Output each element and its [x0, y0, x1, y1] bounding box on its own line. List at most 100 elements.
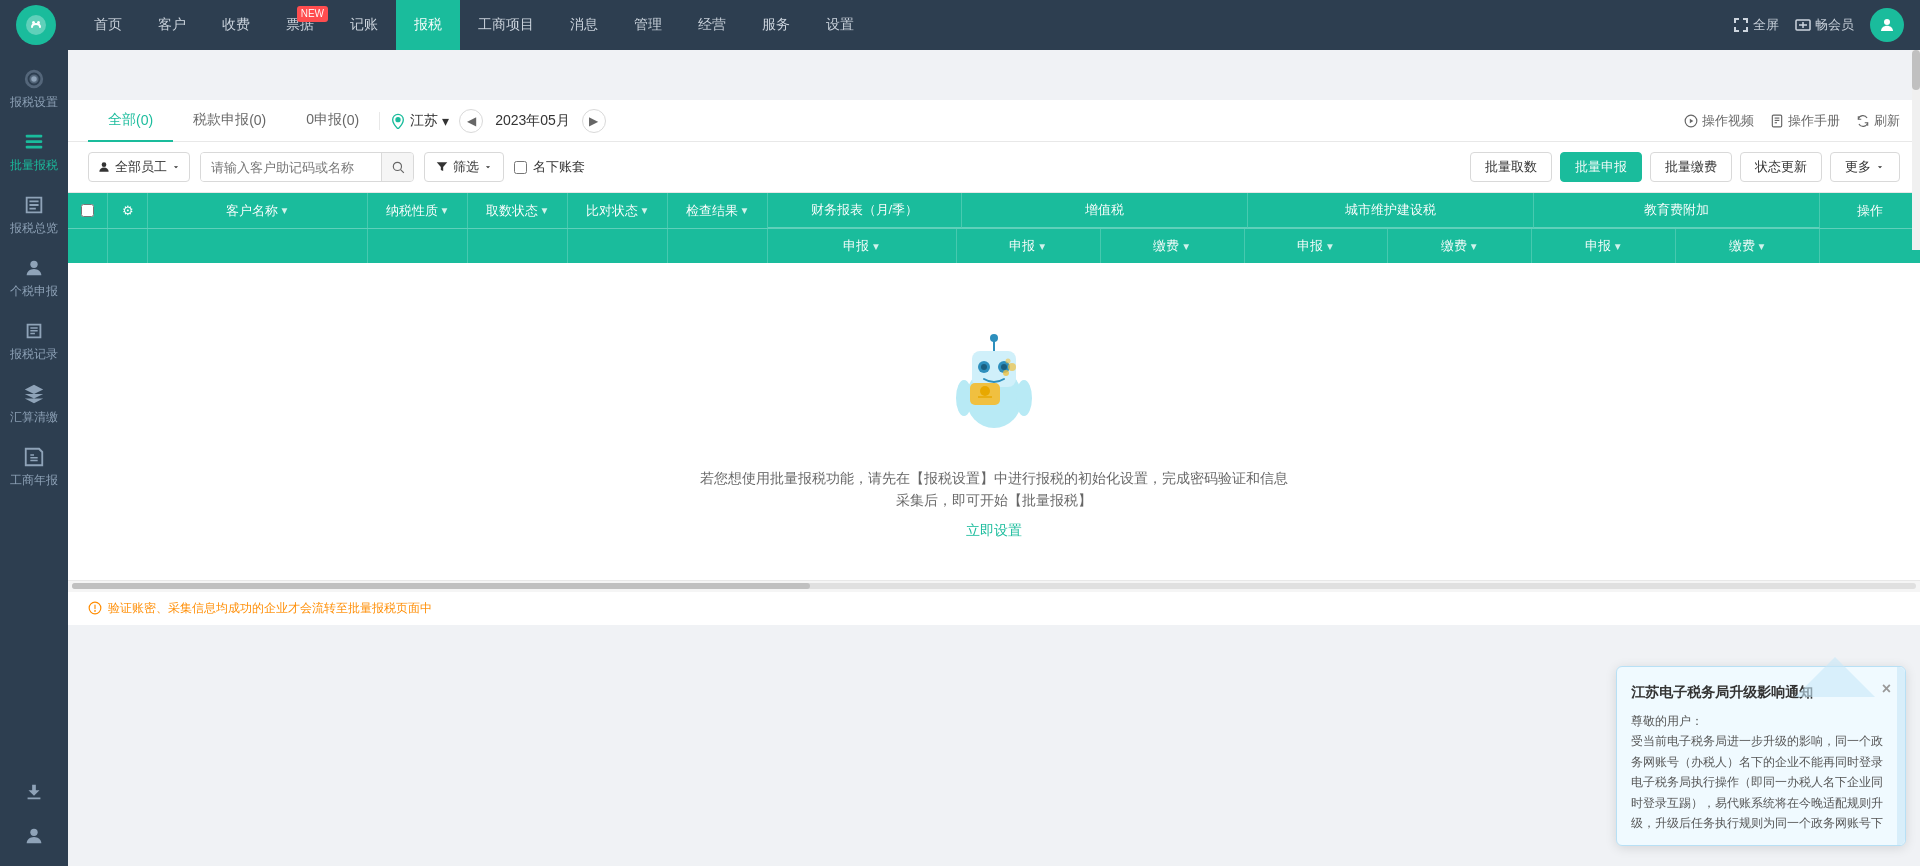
- status-update-btn[interactable]: 状态更新: [1740, 152, 1822, 182]
- notification-scroll[interactable]: [1897, 667, 1905, 845]
- filter-button[interactable]: 筛选: [424, 152, 504, 182]
- province-select[interactable]: 江苏 ▾: [379, 112, 459, 130]
- tab-tax-declaration[interactable]: 税款申报(0): [173, 100, 286, 142]
- date-next-btn[interactable]: ▶: [582, 109, 606, 133]
- v-scroll-thumb[interactable]: [1912, 50, 1920, 90]
- nav-message[interactable]: 消息: [552, 0, 616, 50]
- edu-declare-filter[interactable]: ▼: [1613, 241, 1623, 252]
- nav-operation[interactable]: 经营: [680, 0, 744, 50]
- tab-all-label: 全部: [108, 111, 136, 129]
- employee-select-value: 全部员工: [115, 158, 167, 176]
- svg-point-36: [1006, 359, 1011, 364]
- th-r2-name-spacer: [148, 229, 368, 263]
- svg-point-19: [393, 162, 401, 170]
- svg-point-2: [37, 21, 40, 24]
- user-icon-btn[interactable]: [16, 818, 52, 854]
- tab-all[interactable]: 全部(0): [88, 100, 173, 142]
- sidebar-item-tax-overview[interactable]: 报税总览: [0, 184, 68, 247]
- vat-pay-filter[interactable]: ▼: [1181, 241, 1191, 252]
- th-r2-compare-spacer: [568, 229, 668, 263]
- tab-zero-declaration[interactable]: 0申报(0): [286, 100, 379, 142]
- checkbox-account-input[interactable]: [514, 161, 527, 174]
- svg-point-10: [30, 829, 37, 836]
- table-select-all[interactable]: [81, 204, 94, 217]
- search-button[interactable]: [381, 152, 413, 182]
- financial-declare-filter[interactable]: ▼: [871, 241, 881, 252]
- th-checkbox: [68, 193, 108, 228]
- manual-control[interactable]: 操作手册: [1770, 112, 1840, 130]
- nav-business[interactable]: 工商项目: [460, 0, 552, 50]
- svg-point-34: [1003, 370, 1009, 376]
- sidebar-item-settlement[interactable]: 汇算清缴: [0, 373, 68, 436]
- sidebar-label-batch-tax: 批量报税: [10, 157, 58, 174]
- batch-fetch-btn[interactable]: 批量取数: [1470, 152, 1552, 182]
- sidebar-item-personal-tax[interactable]: 个税申报: [0, 247, 68, 310]
- nav-accounting[interactable]: 记账: [332, 0, 396, 50]
- province-dropdown-icon: ▾: [442, 113, 449, 129]
- nav-service[interactable]: 服务: [744, 0, 808, 50]
- th-settings[interactable]: ⚙: [108, 193, 148, 228]
- v-scroll[interactable]: [1912, 50, 1920, 250]
- sidebar-item-tax-record[interactable]: 报税记录: [0, 310, 68, 373]
- nav-invoice[interactable]: 票据 NEW: [268, 0, 332, 50]
- nav-customer[interactable]: 客户: [140, 0, 204, 50]
- customer-filter-icon[interactable]: ▼: [280, 205, 290, 216]
- th-city-tax-group: 城市维护建设税: [1248, 193, 1534, 228]
- employee-select[interactable]: 全部员工: [88, 152, 190, 182]
- nav-items: 首页 客户 收费 票据 NEW 记账 报税 工商项目 消息 管理 经营 服务 设…: [76, 0, 1733, 50]
- member-btn[interactable]: 畅会员: [1795, 16, 1854, 34]
- user-avatar[interactable]: [1870, 8, 1904, 42]
- refresh-control[interactable]: 刷新: [1856, 112, 1900, 130]
- notification-close[interactable]: ×: [1882, 681, 1891, 697]
- table-scroll[interactable]: [68, 580, 1920, 592]
- vat-declare-filter[interactable]: ▼: [1037, 241, 1047, 252]
- th-education-fee-group: 教育费附加: [1534, 193, 1820, 228]
- svg-point-25: [981, 364, 987, 370]
- nav-home[interactable]: 首页: [76, 0, 140, 50]
- nav-tax[interactable]: 报税: [396, 0, 460, 50]
- nav-settings[interactable]: 设置: [808, 0, 872, 50]
- svg-point-39: [94, 610, 96, 612]
- download-icon-btn[interactable]: [16, 774, 52, 810]
- fetch-filter-icon[interactable]: ▼: [540, 205, 550, 216]
- date-prev-btn[interactable]: ◀: [459, 109, 483, 133]
- edu-pay-filter[interactable]: ▼: [1757, 241, 1767, 252]
- fullscreen-btn[interactable]: 全屏: [1733, 16, 1779, 34]
- batch-pay-btn[interactable]: 批量缴费: [1650, 152, 1732, 182]
- sidebar-item-annual-report[interactable]: 工商年报: [0, 436, 68, 499]
- svg-point-1: [32, 21, 35, 24]
- search-input[interactable]: [201, 153, 381, 181]
- video-control[interactable]: 操作视频: [1684, 112, 1754, 130]
- tab-tax-declaration-label: 税款申报: [193, 111, 249, 129]
- check-filter-icon[interactable]: ▼: [740, 205, 750, 216]
- refresh-label: 刷新: [1874, 112, 1900, 130]
- province-label: 江苏: [410, 112, 438, 130]
- nav-manage[interactable]: 管理: [616, 0, 680, 50]
- scroll-thumb[interactable]: [72, 583, 810, 589]
- svg-rect-8: [26, 146, 43, 149]
- svg-line-20: [400, 170, 403, 173]
- top-nav-right: 全屏 畅会员: [1733, 8, 1904, 42]
- date-display: 2023年05月: [495, 112, 570, 130]
- sidebar-item-batch-tax[interactable]: 批量报税: [0, 121, 68, 184]
- sidebar-label-annual-report: 工商年报: [10, 472, 58, 489]
- scroll-track[interactable]: [72, 583, 1916, 589]
- setup-link[interactable]: 立即设置: [966, 522, 1022, 540]
- city-declare-filter[interactable]: ▼: [1325, 241, 1335, 252]
- tax-type-filter-icon[interactable]: ▼: [440, 205, 450, 216]
- batch-declare-btn[interactable]: 批量申报: [1560, 152, 1642, 182]
- th-action: 操作: [1820, 193, 1920, 228]
- th-r2-checkbox-spacer: [68, 229, 108, 263]
- more-btn[interactable]: 更多: [1830, 152, 1900, 182]
- sidebar-item-tax-setting[interactable]: 报税设置: [0, 58, 68, 121]
- logo[interactable]: [16, 5, 56, 45]
- city-pay-filter[interactable]: ▼: [1469, 241, 1479, 252]
- status-bar: 验证账密、采集信息均成功的企业才会流转至批量报税页面中: [68, 592, 1920, 625]
- th-tax-type: 纳税性质▼: [368, 193, 468, 228]
- compare-filter-icon[interactable]: ▼: [640, 205, 650, 216]
- action-bar-right: 批量取数 批量申报 批量缴费 状态更新 更多: [1470, 152, 1900, 182]
- svg-point-35: [1008, 363, 1016, 371]
- nav-billing[interactable]: 收费: [204, 0, 268, 50]
- checkbox-account[interactable]: 名下账套: [514, 158, 585, 176]
- checkbox-account-label: 名下账套: [533, 158, 585, 176]
